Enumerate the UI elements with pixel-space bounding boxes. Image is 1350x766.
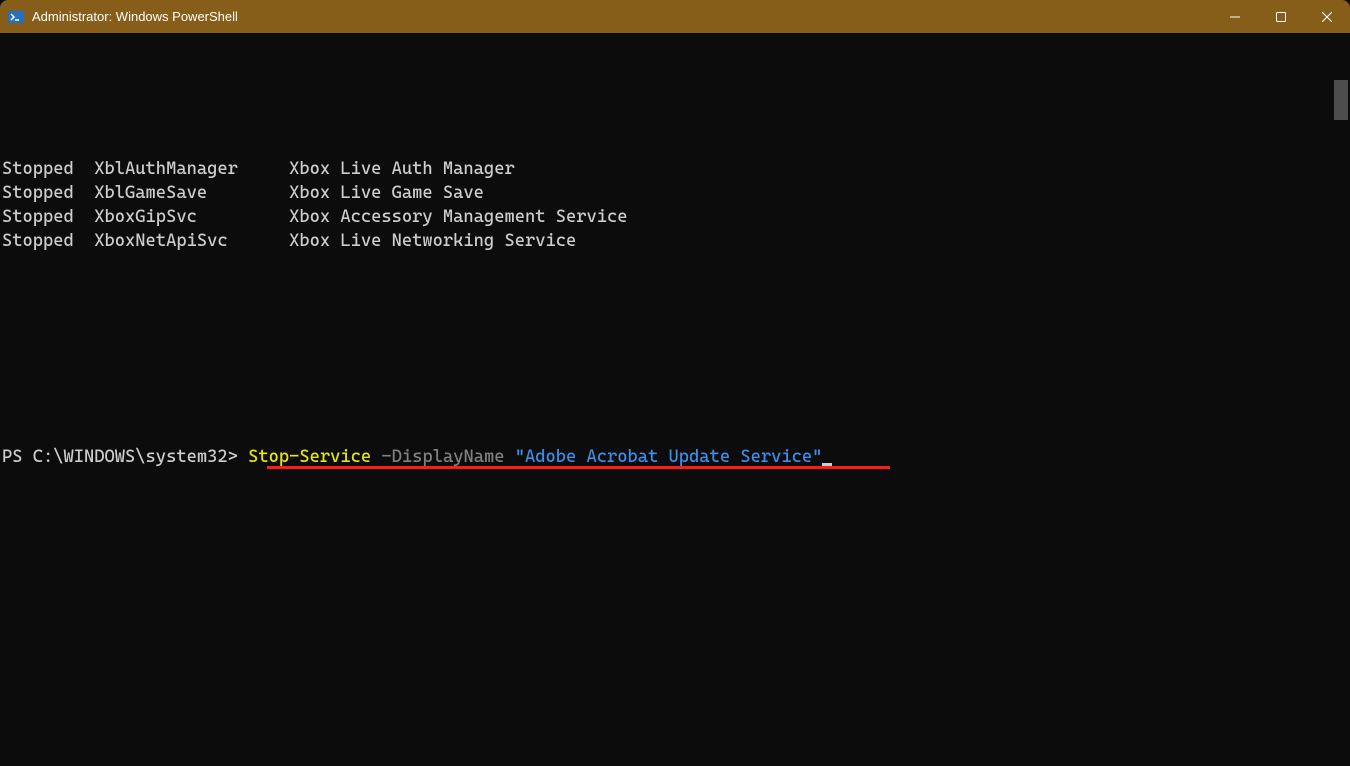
titlebar[interactable]: Administrator: Windows PowerShell [0, 0, 1350, 33]
terminal-body[interactable]: Stopped XblAuthManager Xbox Live Auth Ma… [0, 33, 1350, 766]
command-param: -DisplayName [381, 447, 504, 467]
maximize-button[interactable] [1258, 0, 1304, 33]
service-row: Stopped XboxGipSvc Xbox Accessory Manage… [2, 205, 1348, 229]
service-row: Stopped XblAuthManager Xbox Live Auth Ma… [2, 157, 1348, 181]
command-arg: "Adobe Acrobat Update Service" [515, 447, 823, 467]
prompt-path: PS C:\WINDOWS\system32> [2, 447, 238, 467]
annotation-underline [267, 466, 890, 469]
scrollbar-track[interactable] [1334, 33, 1348, 754]
minimize-button[interactable] [1212, 0, 1258, 33]
scrollbar-thumb[interactable] [1334, 80, 1348, 120]
window-controls [1212, 0, 1350, 33]
window-title: Administrator: Windows PowerShell [32, 9, 238, 24]
powershell-icon [8, 9, 24, 25]
command-name: Stop-Service [248, 447, 371, 467]
close-button[interactable] [1304, 0, 1350, 33]
prompt-line[interactable]: PS C:\WINDOWS\system32> Stop-Service -Di… [2, 445, 1348, 469]
terminal-content: Stopped XblAuthManager Xbox Live Auth Ma… [2, 37, 1348, 517]
service-row: Stopped XboxNetApiSvc Xbox Live Networki… [2, 229, 1348, 253]
service-row: Stopped XblGameSave Xbox Live Game Save [2, 181, 1348, 205]
